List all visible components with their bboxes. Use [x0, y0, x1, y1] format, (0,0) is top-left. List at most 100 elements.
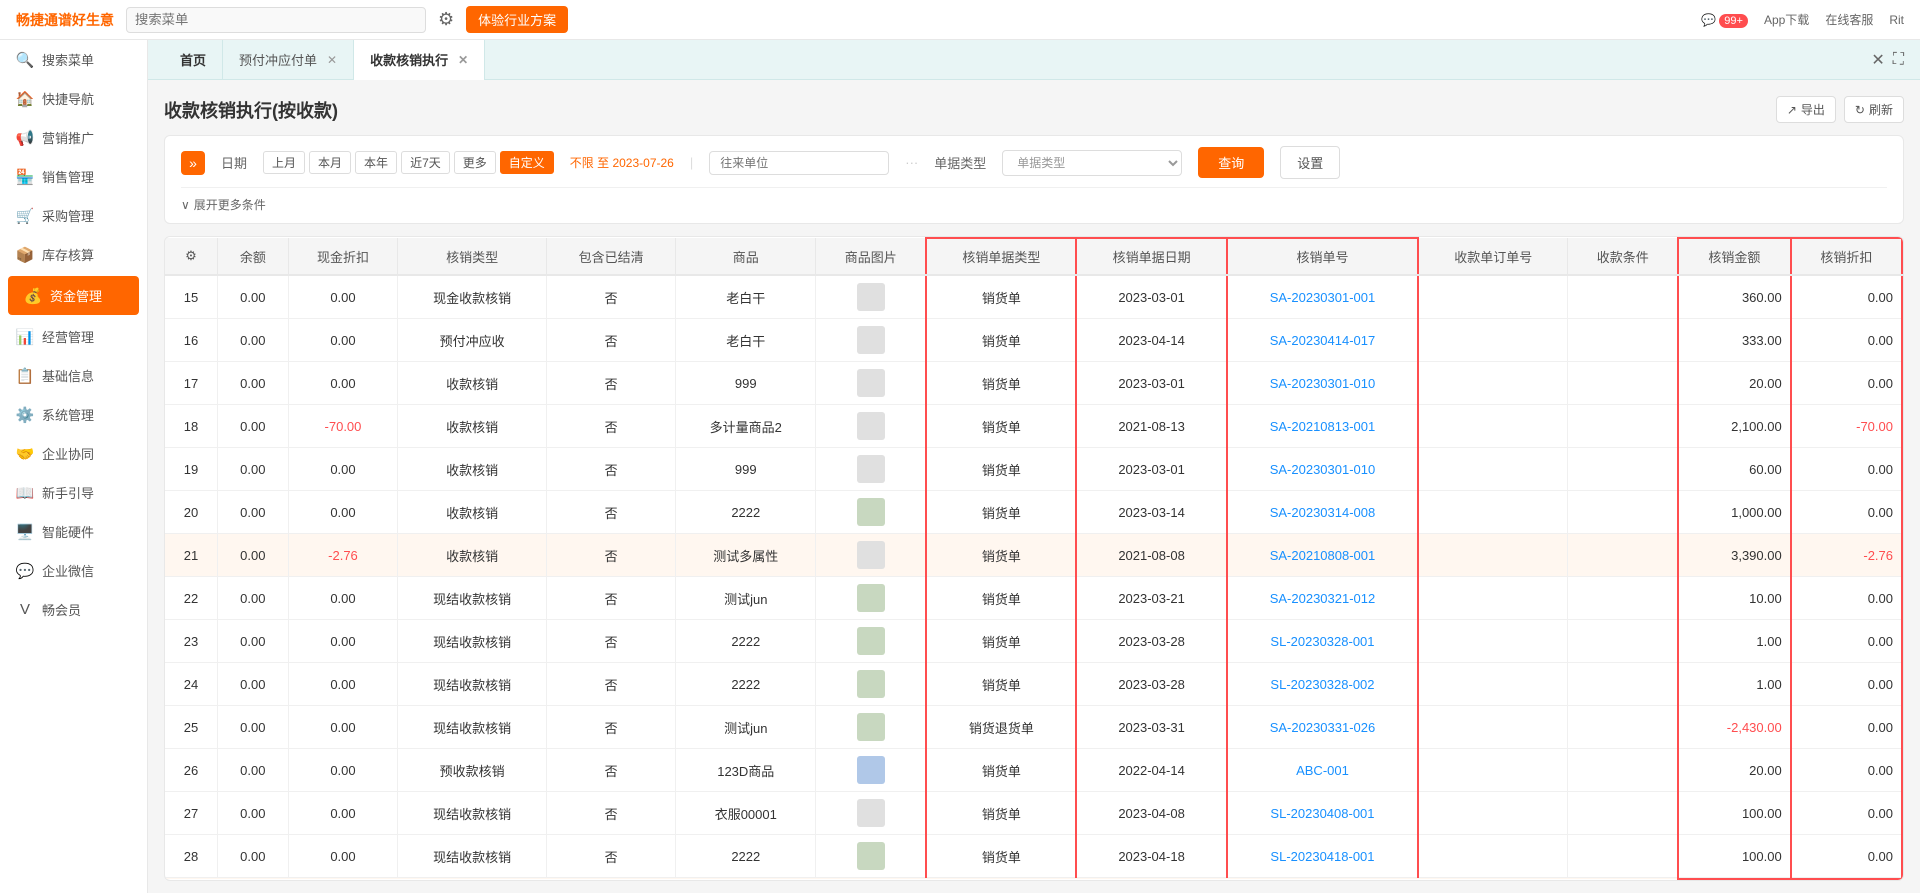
maximize-icon[interactable]: ⛶ [1893, 51, 1904, 69]
cell-bill-no[interactable]: SA-20210813-001 [1227, 405, 1419, 448]
cell-bill-no[interactable]: SA-20210808-001 [1227, 534, 1419, 577]
sidebar-item-nav[interactable]: 🏠 快捷导航 [0, 79, 147, 118]
page-content: 收款核销执行(按收款) ↗ 导出 ↻ 刷新 » 日期 [148, 80, 1920, 893]
date-btn-this-year[interactable]: 本年 [355, 151, 397, 174]
cell-receipt-cond [1568, 534, 1678, 577]
notification-icon[interactable]: 💬 99+ [1701, 13, 1748, 27]
cell-bill-no[interactable]: SA-20230321-012 [1227, 577, 1419, 620]
cell-goods-img [816, 405, 926, 448]
cell-goods-img [816, 448, 926, 491]
cell-writeoff-discount: -70.00 [1791, 405, 1902, 448]
cell-balance: 0.00 [218, 620, 289, 663]
sidebar-item-inventory[interactable]: 📦 库存核算 [0, 235, 147, 274]
industry-solution-button[interactable]: 体验行业方案 [466, 6, 568, 33]
cell-goods: 2222 [676, 663, 816, 706]
export-button[interactable]: ↗ 导出 [1776, 96, 1836, 123]
date-btn-7days[interactable]: 近7天 [401, 151, 450, 174]
sidebar-item-collab[interactable]: 🤝 企业协同 [0, 434, 147, 473]
cell-seq: 23 [165, 620, 218, 663]
app-download-link[interactable]: App下载 [1764, 11, 1809, 28]
cell-receipt-order [1418, 405, 1567, 448]
date-btn-this-month[interactable]: 本月 [309, 151, 351, 174]
date-btn-custom[interactable]: 自定义 [500, 151, 554, 174]
cell-type: 预收款核销 [398, 749, 547, 792]
cell-bill-no[interactable]: SL-20230418-001 [1227, 835, 1419, 878]
cell-writeoff-amount: 360.00 [1678, 275, 1791, 319]
cell-bill-no[interactable]: SL-20230328-002 [1227, 663, 1419, 706]
sidebar-item-marketing[interactable]: 📢 营销推广 [0, 118, 147, 157]
date-btn-last-month[interactable]: 上月 [263, 151, 305, 174]
cell-receipt-cond [1568, 448, 1678, 491]
cell-bill-no[interactable]: SA-20230301-010 [1227, 362, 1419, 405]
col-header-bill-no: 核销单号 [1227, 238, 1419, 275]
cell-type: 现结收款核销 [398, 620, 547, 663]
cell-bill-no[interactable]: ABC-001 [1227, 749, 1419, 792]
cell-writeoff-amount: 100.00 [1678, 792, 1791, 835]
notification-badge: 99+ [1719, 14, 1748, 28]
from-unit-input[interactable] [709, 151, 889, 175]
date-range-display: 不限 至 2023-07-26 [570, 154, 674, 171]
cell-bill-date: 2023-03-28 [1076, 620, 1226, 663]
sidebar-label-system: 系统管理 [42, 405, 94, 424]
expand-more-row[interactable]: ∨ 展开更多条件 [181, 187, 1887, 213]
cell-bill-no[interactable]: SA-20230331-026 [1227, 706, 1419, 749]
basic-icon: 📋 [16, 367, 34, 385]
query-button[interactable]: 查询 [1198, 147, 1264, 178]
cell-bill-no[interactable]: SA-20230314-008 [1227, 491, 1419, 534]
cell-writeoff-amount: 1,000.00 [1678, 491, 1791, 534]
cell-bill-type: 销货退货单 [926, 706, 1076, 749]
cell-writeoff-amount: 20.00 [1678, 362, 1791, 405]
cell-type: 预付冲应收 [398, 319, 547, 362]
sidebar-item-guide[interactable]: 📖 新手引导 [0, 473, 147, 512]
cell-bill-date: 2023-04-14 [1076, 319, 1226, 362]
cell-writeoff-amount: 333.00 [1678, 319, 1791, 362]
sidebar-item-vip[interactable]: V 畅会员 [0, 590, 147, 629]
sidebar-item-hardware[interactable]: 🖥️ 智能硬件 [0, 512, 147, 551]
online-service-link[interactable]: 在线客服 [1825, 11, 1873, 28]
sidebar-label-vip: 畅会员 [42, 600, 81, 619]
guide-icon: 📖 [16, 484, 34, 502]
bill-type-select[interactable]: 单据类型 [1002, 150, 1182, 176]
cell-receipt-cond [1568, 362, 1678, 405]
cell-bill-no[interactable]: SA-20230414-017 [1227, 319, 1419, 362]
tab-writeoff-close[interactable]: ✕ [458, 53, 468, 67]
cell-included-settled: 否 [547, 448, 676, 491]
setting-button[interactable]: 设置 [1280, 146, 1340, 179]
top-search-input[interactable] [126, 7, 426, 33]
sales-icon: 🏪 [16, 168, 34, 186]
cell-goods-img [816, 620, 926, 663]
table-row: 15 0.00 0.00 现金收款核销 否 老白干 销货单 2023-03-01… [165, 275, 1902, 319]
cell-receipt-order [1418, 275, 1567, 319]
tab-writeoff[interactable]: 收款核销执行 ✕ [354, 40, 485, 80]
sidebar-item-basic[interactable]: 📋 基础信息 [0, 356, 147, 395]
cell-bill-no[interactable]: SA-20230301-010 [1227, 448, 1419, 491]
cell-bill-no[interactable]: SA-20230301-001 [1227, 275, 1419, 319]
sidebar-item-purchase[interactable]: 🛒 采购管理 [0, 196, 147, 235]
cell-bill-no[interactable]: SL-20230328-001 [1227, 620, 1419, 663]
cell-seq: 15 [165, 275, 218, 319]
cell-balance: 0.00 [218, 448, 289, 491]
tab-prepay[interactable]: 预付冲应付单 ✕ [223, 40, 354, 80]
cell-goods-img [816, 663, 926, 706]
sidebar-item-search[interactable]: 🔍 搜索菜单 [0, 40, 147, 79]
cell-cash-discount: 0.00 [288, 620, 398, 663]
cell-bill-no[interactable]: SL-20230408-001 [1227, 792, 1419, 835]
filter-expand-arrow[interactable]: » [181, 151, 205, 175]
cell-included-settled: 否 [547, 534, 676, 577]
sidebar-item-management[interactable]: 📊 经营管理 [0, 317, 147, 356]
sidebar-item-finance[interactable]: 💰 资金管理 [8, 276, 139, 315]
tab-prepay-close[interactable]: ✕ [327, 53, 337, 67]
filter-separator-1: | [690, 155, 693, 170]
cell-writeoff-discount: 0.00 [1791, 577, 1902, 620]
close-all-icon[interactable]: ✕ [1871, 50, 1884, 70]
date-btn-more[interactable]: 更多 [454, 151, 496, 174]
sidebar-item-wechat[interactable]: 💬 企业微信 [0, 551, 147, 590]
refresh-button[interactable]: ↻ 刷新 [1844, 96, 1904, 123]
sidebar-item-sales[interactable]: 🏪 销售管理 [0, 157, 147, 196]
sidebar-item-system[interactable]: ⚙️ 系统管理 [0, 395, 147, 434]
cell-receipt-cond [1568, 405, 1678, 448]
cell-bill-type: 销货单 [926, 534, 1076, 577]
tab-home[interactable]: 首页 [164, 40, 223, 80]
cell-included-settled: 否 [547, 491, 676, 534]
settings-icon[interactable]: ⚙ [438, 9, 454, 30]
